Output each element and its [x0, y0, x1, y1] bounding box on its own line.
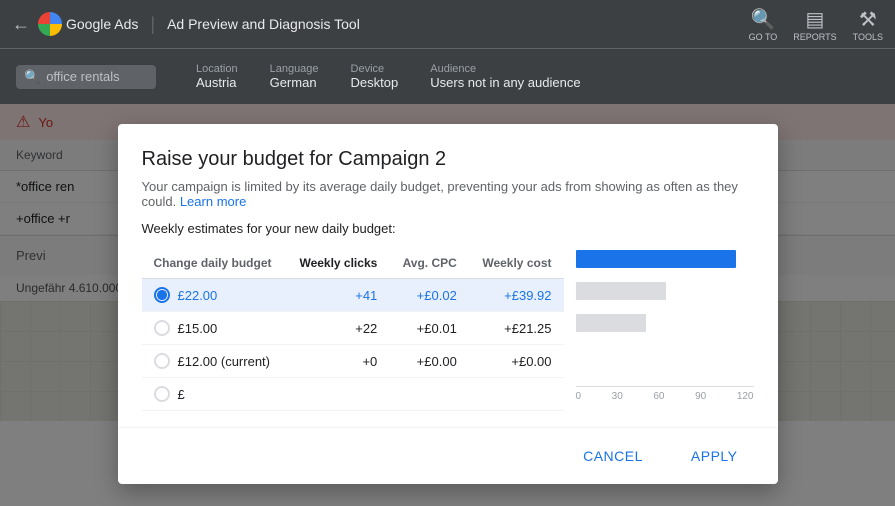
filter-language[interactable]: Language German	[270, 63, 319, 90]
app-name: Google Ads	[66, 16, 138, 32]
budget-cell[interactable]: £15.00	[142, 312, 286, 345]
chart-bar-row	[576, 312, 754, 334]
clicks-cell: +0	[286, 345, 389, 378]
clicks-cell: +41	[286, 279, 389, 312]
modal-header: Raise your budget for Campaign 2 Your ca…	[118, 124, 778, 221]
cpc-cell: +£0.02	[389, 279, 469, 312]
learn-more-link[interactable]: Learn more	[180, 194, 246, 209]
top-bar-right: 🔍 GO TO ▤ REPORTS ⚒ TOOLS	[749, 7, 883, 42]
chart-bars	[576, 248, 754, 386]
clicks-cell: +22	[286, 312, 389, 345]
modal-subtitle: Your campaign is limited by its average …	[142, 179, 754, 209]
chart-bar-row	[576, 344, 754, 366]
cancel-button[interactable]: CANCEL	[567, 440, 659, 472]
cost-cell: +£39.92	[469, 279, 564, 312]
search-icon: 🔍	[24, 69, 40, 85]
filter-location[interactable]: Location Austria	[196, 63, 238, 90]
cpc-cell	[389, 378, 469, 411]
apply-button[interactable]: APPLY	[675, 440, 754, 472]
goto-icon: 🔍	[749, 7, 778, 32]
top-bar-left: ← Google Ads | Ad Preview and Diagnosis …	[12, 12, 741, 36]
col-header-budget: Change daily budget	[142, 248, 286, 279]
filter-audience[interactable]: Audience Users not in any audience	[430, 63, 580, 90]
filter-group: Location Austria Language German Device …	[196, 63, 581, 90]
main-content: ⚠ Yo Keyword *office ren +office +r Prev…	[0, 104, 895, 506]
radio-button[interactable]	[154, 287, 170, 303]
search-box[interactable]: 🔍 office rentals	[16, 65, 156, 89]
modal-title: Raise your budget for Campaign 2	[142, 148, 754, 171]
chart-bar	[576, 250, 736, 268]
tools-button[interactable]: ⚒ TOOLS	[853, 7, 883, 42]
tools-icon: ⚒	[853, 7, 883, 32]
budget-cell[interactable]: £22.00	[142, 279, 286, 312]
budget-cell[interactable]: £	[142, 378, 286, 411]
chart-container: 0 30 60 90 120	[564, 248, 754, 411]
modal-footer: CANCEL APPLY	[118, 427, 778, 484]
cost-cell: +£21.25	[469, 312, 564, 345]
chart-bar-row	[576, 248, 754, 270]
reports-button[interactable]: ▤ REPORTS	[793, 7, 836, 42]
modal-overlay: Raise your budget for Campaign 2 Your ca…	[0, 104, 895, 506]
radio-button[interactable]	[154, 320, 170, 336]
budget-content: Change daily budget Weekly clicks Avg. C…	[142, 248, 754, 411]
modal-dialog: Raise your budget for Campaign 2 Your ca…	[118, 124, 778, 484]
chart-axis: 0 30 60 90 120	[576, 386, 754, 402]
tool-title: Ad Preview and Diagnosis Tool	[167, 16, 360, 32]
divider: |	[150, 14, 155, 35]
filter-bar: 🔍 office rentals Location Austria Langua…	[0, 48, 895, 104]
goto-button[interactable]: 🔍 GO TO	[749, 7, 778, 42]
google-icon	[38, 12, 62, 36]
search-text: office rentals	[46, 69, 119, 84]
weekly-label: Weekly estimates for your new daily budg…	[142, 221, 754, 236]
col-header-cpc: Avg. CPC	[389, 248, 469, 279]
modal-body: Weekly estimates for your new daily budg…	[118, 221, 778, 427]
budget-table: Change daily budget Weekly clicks Avg. C…	[142, 248, 564, 411]
cpc-cell: +£0.01	[389, 312, 469, 345]
chart-bar-row	[576, 280, 754, 302]
cost-cell	[469, 378, 564, 411]
col-header-clicks: Weekly clicks	[286, 248, 389, 279]
cost-cell: +£0.00	[469, 345, 564, 378]
back-icon[interactable]: ←	[12, 14, 30, 35]
budget-table-wrapper: Change daily budget Weekly clicks Avg. C…	[142, 248, 564, 411]
filter-device[interactable]: Device Desktop	[351, 63, 399, 90]
top-bar: ← Google Ads | Ad Preview and Diagnosis …	[0, 0, 895, 48]
clicks-cell	[286, 378, 389, 411]
cpc-cell: +£0.00	[389, 345, 469, 378]
radio-button[interactable]	[154, 353, 170, 369]
budget-cell[interactable]: £12.00 (current)	[142, 345, 286, 378]
col-header-cost: Weekly cost	[469, 248, 564, 279]
reports-icon: ▤	[793, 7, 836, 32]
chart-bar	[576, 282, 666, 300]
radio-button[interactable]	[154, 386, 170, 402]
google-logo: Google Ads	[38, 12, 138, 36]
chart-bar	[576, 314, 646, 332]
